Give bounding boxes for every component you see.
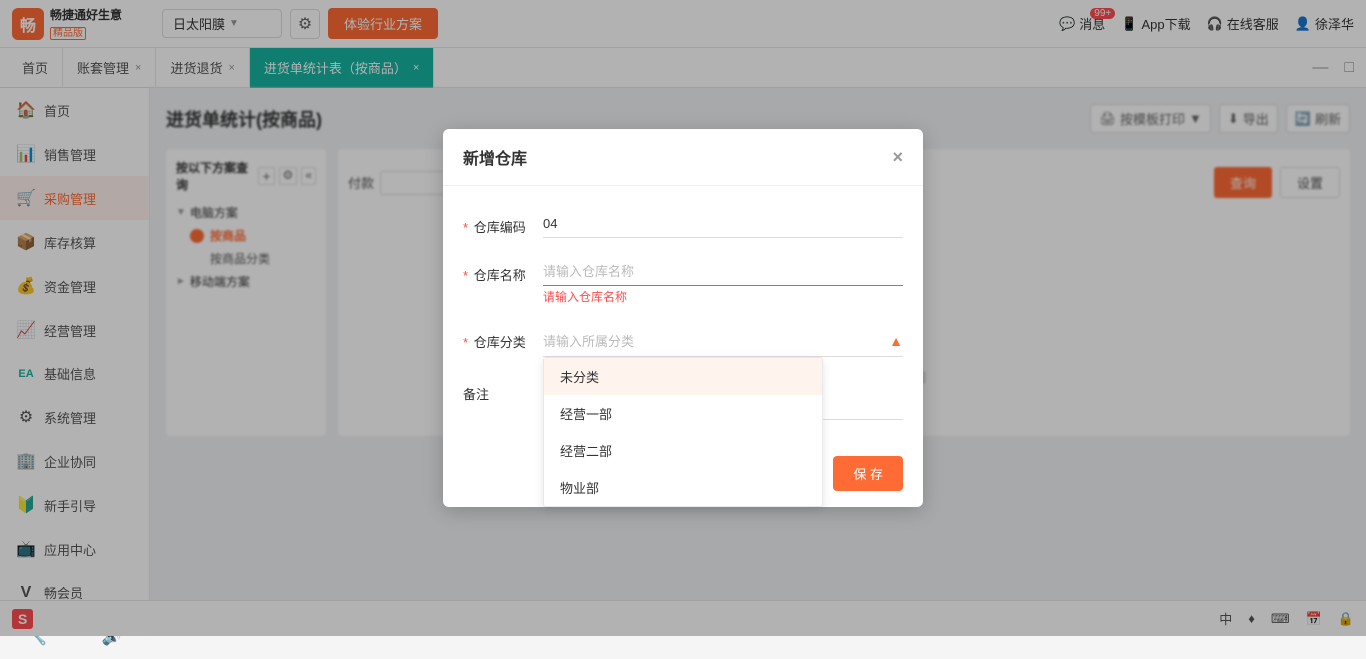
modal-body: * 仓库编码 * 仓库名称 请输入仓库名称 * 仓库分类 请输入所属分类	[443, 186, 923, 420]
warehouse-name-label: * 仓库名称	[463, 258, 543, 284]
warehouse-category-row: * 仓库分类 请输入所属分类 ▲ 未分类 经营一部 经营二部 物业部	[463, 325, 903, 357]
add-warehouse-modal: 新增仓库 × * 仓库编码 * 仓库名称 请输入仓库名称 *	[443, 129, 923, 507]
warehouse-name-row: * 仓库名称 请输入仓库名称	[463, 258, 903, 305]
warehouse-category-label: * 仓库分类	[463, 325, 543, 351]
warehouse-name-error: 请输入仓库名称	[543, 288, 903, 305]
category-up-arrow: ▲	[889, 333, 903, 349]
warehouse-name-field-wrap: 请输入仓库名称	[543, 258, 903, 305]
save-button[interactable]: 保 存	[833, 456, 903, 491]
required-star-2: *	[463, 268, 468, 283]
category-option-property[interactable]: 物业部	[544, 469, 822, 506]
category-placeholder: 请输入所属分类	[543, 331, 634, 350]
category-option-uncategorized[interactable]: 未分类	[544, 358, 822, 395]
category-option-dept2[interactable]: 经营二部	[544, 432, 822, 469]
warehouse-code-label: * 仓库编码	[463, 210, 543, 236]
warehouse-name-input[interactable]	[543, 258, 903, 286]
modal-title: 新增仓库	[463, 145, 527, 169]
category-dropdown: 未分类 经营一部 经营二部 物业部	[543, 357, 823, 507]
modal-close-button[interactable]: ×	[892, 148, 903, 166]
warehouse-code-input[interactable]	[543, 210, 903, 238]
category-selector[interactable]: 请输入所属分类 ▲	[543, 325, 903, 357]
category-option-dept1[interactable]: 经营一部	[544, 395, 822, 432]
remarks-label: 备注	[463, 377, 543, 403]
required-star-3: *	[463, 335, 468, 350]
warehouse-code-row: * 仓库编码	[463, 210, 903, 238]
required-star: *	[463, 220, 468, 235]
modal-header: 新增仓库 ×	[443, 129, 923, 186]
